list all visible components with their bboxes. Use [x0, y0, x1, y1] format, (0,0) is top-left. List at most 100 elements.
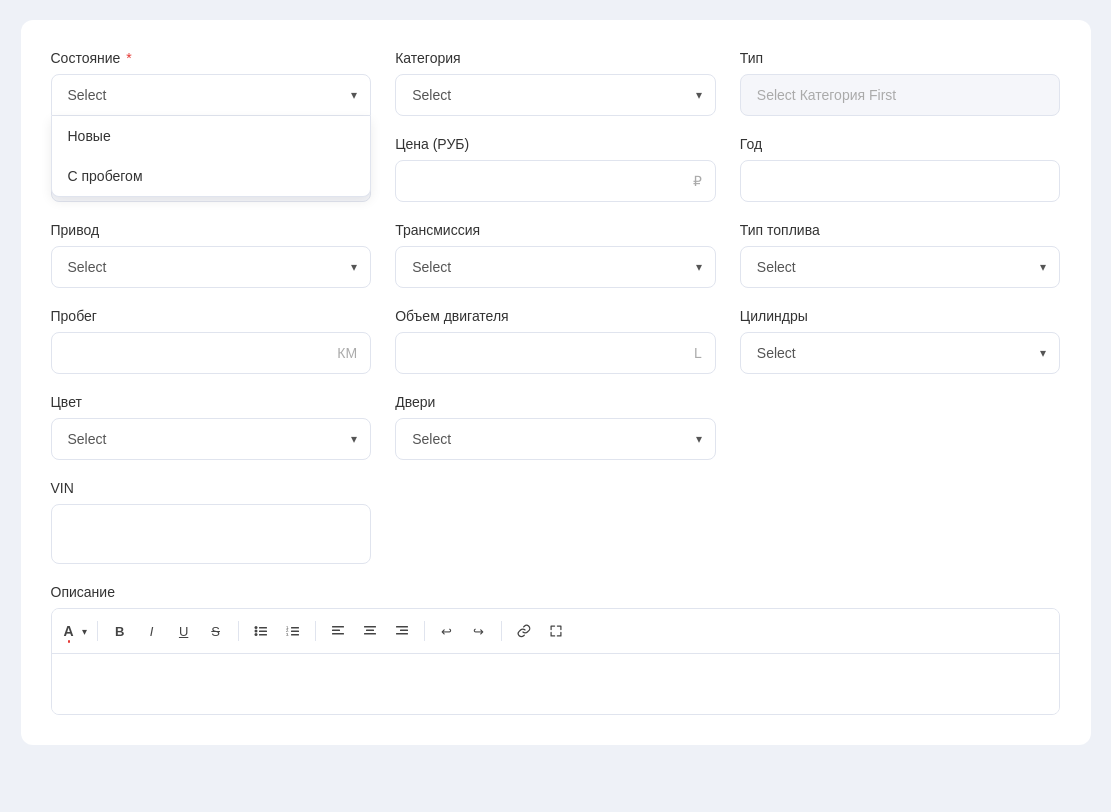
tip-label: Тип — [740, 50, 1061, 66]
tsvet-wrapper: Select ▾ — [51, 418, 372, 460]
obem-label: Объем двигателя — [395, 308, 716, 324]
editor-toolbar: A ▾ B I U S 1.2.3. — [52, 609, 1060, 654]
kategoriya-wrapper: Select ▾ — [395, 74, 716, 116]
svg-rect-15 — [364, 626, 376, 628]
form-container: Состояние * Select ▾ Новые С пробегом Ка… — [21, 20, 1091, 745]
font-color-dropdown[interactable]: ▾ — [80, 626, 89, 637]
probeg-label: Пробег — [51, 308, 372, 324]
redo-button[interactable]: ↪ — [465, 617, 493, 645]
opisanie-group: Описание A ▾ B I U S — [51, 584, 1061, 715]
undo-button[interactable]: ↩ — [433, 617, 461, 645]
strikethrough-button[interactable]: S — [202, 617, 230, 645]
sostoyanie-select[interactable]: Select ▾ — [51, 74, 372, 116]
tsilitndry-label: Цилиндры — [740, 308, 1061, 324]
sostoyanie-label: Состояние * — [51, 50, 372, 66]
separator-1 — [97, 621, 98, 641]
god-label: Год — [740, 136, 1061, 152]
god-input[interactable] — [740, 160, 1061, 202]
bold-button[interactable]: B — [106, 617, 134, 645]
dveri-select[interactable]: Select — [395, 418, 716, 460]
vin-input[interactable] — [51, 504, 372, 564]
svg-rect-19 — [400, 630, 408, 632]
kategoriya-label: Категория — [395, 50, 716, 66]
tsilitndry-select[interactable]: Select — [740, 332, 1061, 374]
tip-topliva-group: Тип топлива Select ▾ — [740, 222, 1061, 288]
align-left-button[interactable] — [324, 617, 352, 645]
italic-button[interactable]: I — [138, 617, 166, 645]
required-indicator: * — [122, 50, 131, 66]
vin-label: VIN — [51, 480, 372, 496]
tip-group: Тип Select Категория First — [740, 50, 1061, 116]
svg-rect-9 — [291, 631, 299, 633]
svg-rect-14 — [332, 633, 344, 635]
tsvet-select[interactable]: Select — [51, 418, 372, 460]
sostoyanie-group: Состояние * Select ▾ Новые С пробегом — [51, 50, 372, 116]
probeg-input[interactable] — [51, 332, 372, 374]
svg-rect-16 — [366, 630, 374, 632]
transmissiya-select[interactable]: Select — [395, 246, 716, 288]
separator-2 — [238, 621, 239, 641]
bullet-list-button[interactable] — [247, 617, 275, 645]
privod-wrapper: Select ▾ — [51, 246, 372, 288]
obem-input[interactable] — [395, 332, 716, 374]
svg-rect-20 — [396, 633, 408, 635]
cena-group: Цена (РУБ) ₽ — [395, 136, 716, 202]
font-color-button[interactable]: A — [62, 617, 76, 645]
editor-container: A ▾ B I U S 1.2.3. — [51, 608, 1061, 715]
separator-5 — [501, 621, 502, 641]
cena-wrapper: ₽ — [395, 160, 716, 202]
transmissiya-wrapper: Select ▾ — [395, 246, 716, 288]
kategoriya-group: Категория Select ▾ — [395, 50, 716, 116]
svg-rect-17 — [364, 633, 376, 635]
probeg-wrapper: КМ — [51, 332, 372, 374]
underline-button[interactable]: U — [170, 617, 198, 645]
probeg-group: Пробег КМ — [51, 308, 372, 374]
privod-select[interactable]: Select — [51, 246, 372, 288]
transmissiya-label: Трансмиссия — [395, 222, 716, 238]
cena-input[interactable] — [395, 160, 716, 202]
god-group: Год — [740, 136, 1061, 202]
svg-point-4 — [254, 633, 257, 636]
font-color-bar — [68, 640, 70, 643]
svg-rect-18 — [396, 626, 408, 628]
svg-rect-1 — [259, 627, 267, 629]
sostoyanie-wrapper: Select ▾ Новые С пробегом — [51, 74, 372, 116]
svg-rect-11 — [291, 634, 299, 636]
option-novye[interactable]: Новые — [52, 116, 371, 156]
form-grid: Состояние * Select ▾ Новые С пробегом Ка… — [51, 50, 1061, 715]
svg-point-0 — [254, 626, 257, 629]
tip-topliva-wrapper: Select ▾ — [740, 246, 1061, 288]
svg-text:3.: 3. — [286, 632, 289, 637]
tip-topliva-select[interactable]: Select — [740, 246, 1061, 288]
privod-label: Привод — [51, 222, 372, 238]
kategoriya-select[interactable]: Select — [395, 74, 716, 116]
tsilitndry-wrapper: Select ▾ — [740, 332, 1061, 374]
align-right-button[interactable] — [388, 617, 416, 645]
align-center-button[interactable] — [356, 617, 384, 645]
dveri-wrapper: Select ▾ — [395, 418, 716, 460]
numbered-list-button[interactable]: 1.2.3. — [279, 617, 307, 645]
tsvet-group: Цвет Select ▾ — [51, 394, 372, 460]
svg-rect-13 — [332, 630, 340, 632]
opisanie-label: Описание — [51, 584, 1061, 600]
option-s-probegom[interactable]: С пробегом — [52, 156, 371, 196]
dveri-label: Двери — [395, 394, 716, 410]
svg-rect-3 — [259, 631, 267, 633]
tsvet-label: Цвет — [51, 394, 372, 410]
privod-group: Привод Select ▾ — [51, 222, 372, 288]
link-button[interactable] — [510, 617, 538, 645]
editor-body[interactable] — [52, 654, 1060, 714]
vin-group: VIN — [51, 480, 372, 564]
fullscreen-button[interactable] — [542, 617, 570, 645]
tsilitndry-group: Цилиндры Select ▾ — [740, 308, 1061, 374]
obem-group: Объем двигателя L — [395, 308, 716, 374]
svg-rect-5 — [259, 634, 267, 636]
transmissiya-group: Трансмиссия Select ▾ — [395, 222, 716, 288]
svg-rect-12 — [332, 626, 344, 628]
separator-3 — [315, 621, 316, 641]
svg-point-2 — [254, 630, 257, 633]
tip-topliva-label: Тип топлива — [740, 222, 1061, 238]
tip-field: Select Категория First — [740, 74, 1061, 116]
cena-label: Цена (РУБ) — [395, 136, 716, 152]
dveri-group: Двери Select ▾ — [395, 394, 716, 460]
